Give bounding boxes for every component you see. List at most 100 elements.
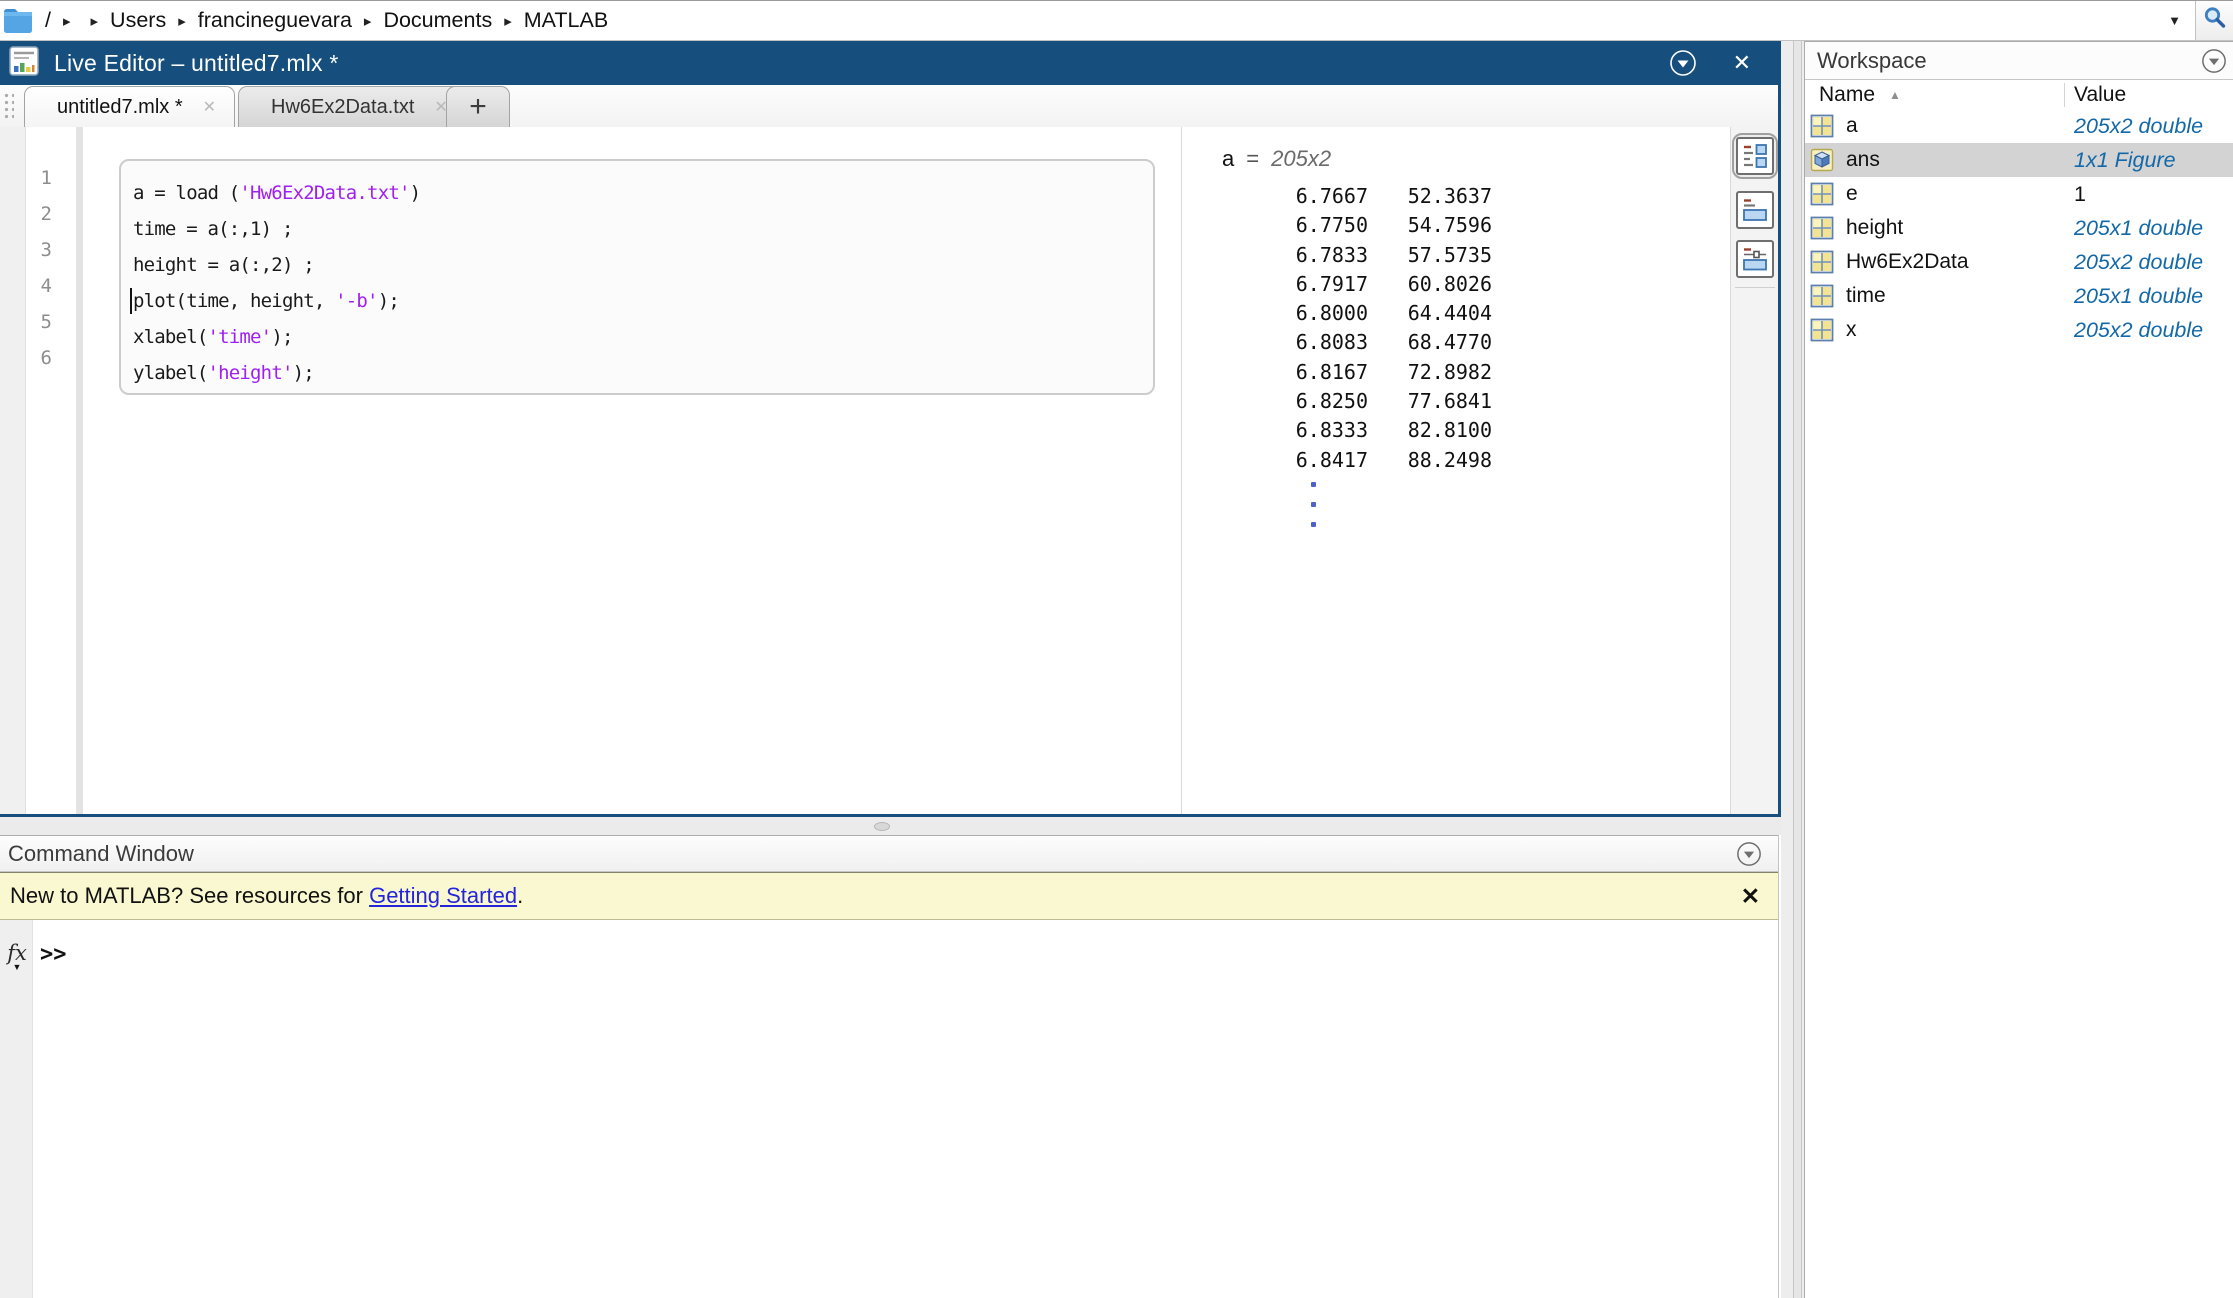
tabbar-drag-handle[interactable] — [3, 92, 14, 121]
line-number: 2 — [28, 196, 52, 232]
editor-gutter — [76, 127, 83, 814]
command-window-body[interactable]: fx▼ >> — [0, 920, 1778, 1298]
toolbar-separator — [1735, 287, 1775, 288]
output-inline-icon[interactable] — [1736, 191, 1774, 229]
vertical-splitter[interactable] — [1781, 41, 1804, 1298]
line-number: 5 — [28, 304, 52, 340]
output-cell: 6.7750 — [1240, 211, 1368, 240]
output-view-side-selected[interactable] — [1732, 133, 1778, 179]
chevron-down-icon[interactable]: ▼ — [2160, 13, 2195, 28]
output-cell: 64.4404 — [1368, 299, 1492, 328]
workspace-row[interactable]: a205x2 double — [1805, 109, 2233, 143]
panel-menu-icon[interactable] — [1736, 841, 1762, 867]
workspace-row[interactable]: e1 — [1805, 177, 2233, 211]
breadcrumb-item[interactable]: / — [43, 8, 53, 33]
output-row: 6.783357.5735 — [1240, 241, 1492, 270]
variable-name: a — [1846, 114, 1858, 138]
splitter-gripper[interactable] — [874, 822, 890, 831]
output-row: 6.841788.2498 — [1240, 446, 1492, 475]
window-close-icon[interactable]: ✕ — [1733, 52, 1751, 74]
output-cell: 6.8333 — [1240, 416, 1368, 445]
variable-name: Hw6Ex2Data — [1846, 250, 1969, 274]
workspace-row[interactable]: Hw6Ex2Data205x2 double — [1805, 245, 2233, 279]
output-variable-line: a=205x2 — [1222, 146, 1331, 172]
output-cell: 6.8167 — [1240, 358, 1368, 387]
code-string-segment: 'Hw6Ex2Data.txt' — [239, 182, 409, 204]
fx-function-hint-icon[interactable]: fx▼ — [4, 942, 30, 971]
column-value[interactable]: Value — [2074, 83, 2126, 107]
column-name[interactable]: Name — [1805, 83, 1875, 107]
editor-left-strip — [0, 127, 26, 814]
banner-close-icon[interactable]: ✕ — [1741, 883, 1760, 910]
editor-output-splitter[interactable] — [1181, 127, 1182, 814]
breadcrumb-item[interactable]: Documents — [381, 8, 494, 33]
window-title: Live Editor – untitled7.mlx * — [54, 50, 339, 77]
breadcrumb-item[interactable]: MATLAB — [522, 8, 610, 33]
breadcrumb-item[interactable]: francineguevara — [196, 8, 354, 33]
search-button[interactable] — [2195, 1, 2233, 40]
code-block[interactable]: a = load ('Hw6Ex2Data.txt') time = a(:,1)… — [119, 159, 1155, 395]
column-separator[interactable] — [2064, 83, 2065, 107]
code-segment: a = load ( — [133, 182, 239, 204]
output-row: 6.775054.7596 — [1240, 211, 1492, 240]
code-segment: ); — [271, 326, 292, 348]
line-numbers: 123456 — [28, 160, 52, 376]
output-cell: 6.8250 — [1240, 387, 1368, 416]
output-matrix-rows: 6.766752.36376.775054.75966.783357.57356… — [1240, 182, 1492, 475]
window-menu-icon[interactable] — [1669, 49, 1697, 77]
breadcrumb-separator-icon: ▸ — [53, 12, 81, 30]
address-bar: /▸▸Users▸francineguevara▸Documents▸MATLA… — [0, 0, 2233, 41]
panel-menu-icon[interactable] — [2201, 48, 2227, 74]
matrix-variable-icon — [1810, 114, 1834, 138]
output-row: 6.766752.3637 — [1240, 182, 1492, 211]
horizontal-splitter[interactable] — [0, 817, 1781, 835]
code-line[interactable]: plot(time, height, '-b'); — [133, 283, 1153, 319]
breadcrumb-item[interactable]: Users — [108, 8, 168, 33]
document-tabbar: untitled7.mlx * ✕ Hw6Ex2Data.txt ✕ + — [0, 85, 1778, 127]
variable-name: height — [1846, 216, 1903, 240]
code-segment: height = a(:,2) ; — [133, 254, 314, 276]
workspace-column-header[interactable]: Name ▲ Value — [1805, 80, 2233, 109]
workspace-row[interactable]: height205x1 double — [1805, 211, 2233, 245]
workspace-row[interactable]: x205x2 double — [1805, 313, 2233, 347]
output-variable: a — [1222, 146, 1234, 171]
output-cell: 72.8982 — [1368, 358, 1492, 387]
breadcrumb-separator-icon: ▸ — [354, 12, 382, 30]
matrix-variable-icon — [1810, 216, 1834, 240]
variable-name: ans — [1846, 148, 1880, 172]
workspace-row[interactable]: ans1x1 Figure — [1805, 143, 2233, 177]
figure-controls-icon[interactable] — [1736, 240, 1774, 278]
output-row: 6.825077.6841 — [1240, 387, 1492, 416]
output-cell: 82.8100 — [1368, 416, 1492, 445]
code-line[interactable]: time = a(:,1) ; — [133, 211, 1153, 247]
banner-text-suffix: . — [517, 883, 523, 908]
tab-label: untitled7.mlx * — [57, 96, 183, 119]
getting-started-link[interactable]: Getting Started — [369, 883, 517, 908]
command-window: Command Window New to MATLAB? See resour… — [0, 835, 1779, 1298]
tab-untitled7[interactable]: untitled7.mlx * ✕ — [24, 86, 235, 127]
output-cell: 60.8026 — [1368, 270, 1492, 299]
new-tab-button[interactable]: + — [446, 86, 510, 127]
search-icon — [2203, 6, 2227, 35]
line-number: 6 — [28, 340, 52, 376]
tab-hw6ex2data[interactable]: Hw6Ex2Data.txt ✕ — [238, 86, 467, 127]
code-line[interactable]: xlabel('time'); — [133, 319, 1153, 355]
breadcrumb: /▸▸Users▸francineguevara▸Documents▸MATLA… — [43, 8, 610, 33]
command-window-gutter: fx▼ — [0, 920, 33, 1298]
banner-text: New to MATLAB? See resources for — [10, 883, 369, 908]
variable-name: time — [1846, 284, 1886, 308]
code-line[interactable]: ylabel('height'); — [133, 355, 1153, 391]
code-line[interactable]: height = a(:,2) ; — [133, 247, 1153, 283]
command-window-title: Command Window — [8, 841, 194, 867]
workspace-panel: Workspace Name ▲ Value a205x2 doubleans1… — [1804, 41, 2233, 1298]
code-segment: time = a(:,1) ; — [133, 218, 293, 240]
variable-value: 1 — [2074, 182, 2086, 207]
output-side-by-side-icon — [1736, 137, 1774, 175]
line-number: 4 — [28, 268, 52, 304]
code-line[interactable]: a = load ('Hw6Ex2Data.txt') — [133, 175, 1153, 211]
command-prompt[interactable]: >> — [40, 942, 67, 967]
tab-close-icon[interactable]: ✕ — [203, 97, 216, 117]
output-cell: 68.4770 — [1368, 328, 1492, 357]
workspace-row[interactable]: time205x1 double — [1805, 279, 2233, 313]
output-cell: 88.2498 — [1368, 446, 1492, 475]
